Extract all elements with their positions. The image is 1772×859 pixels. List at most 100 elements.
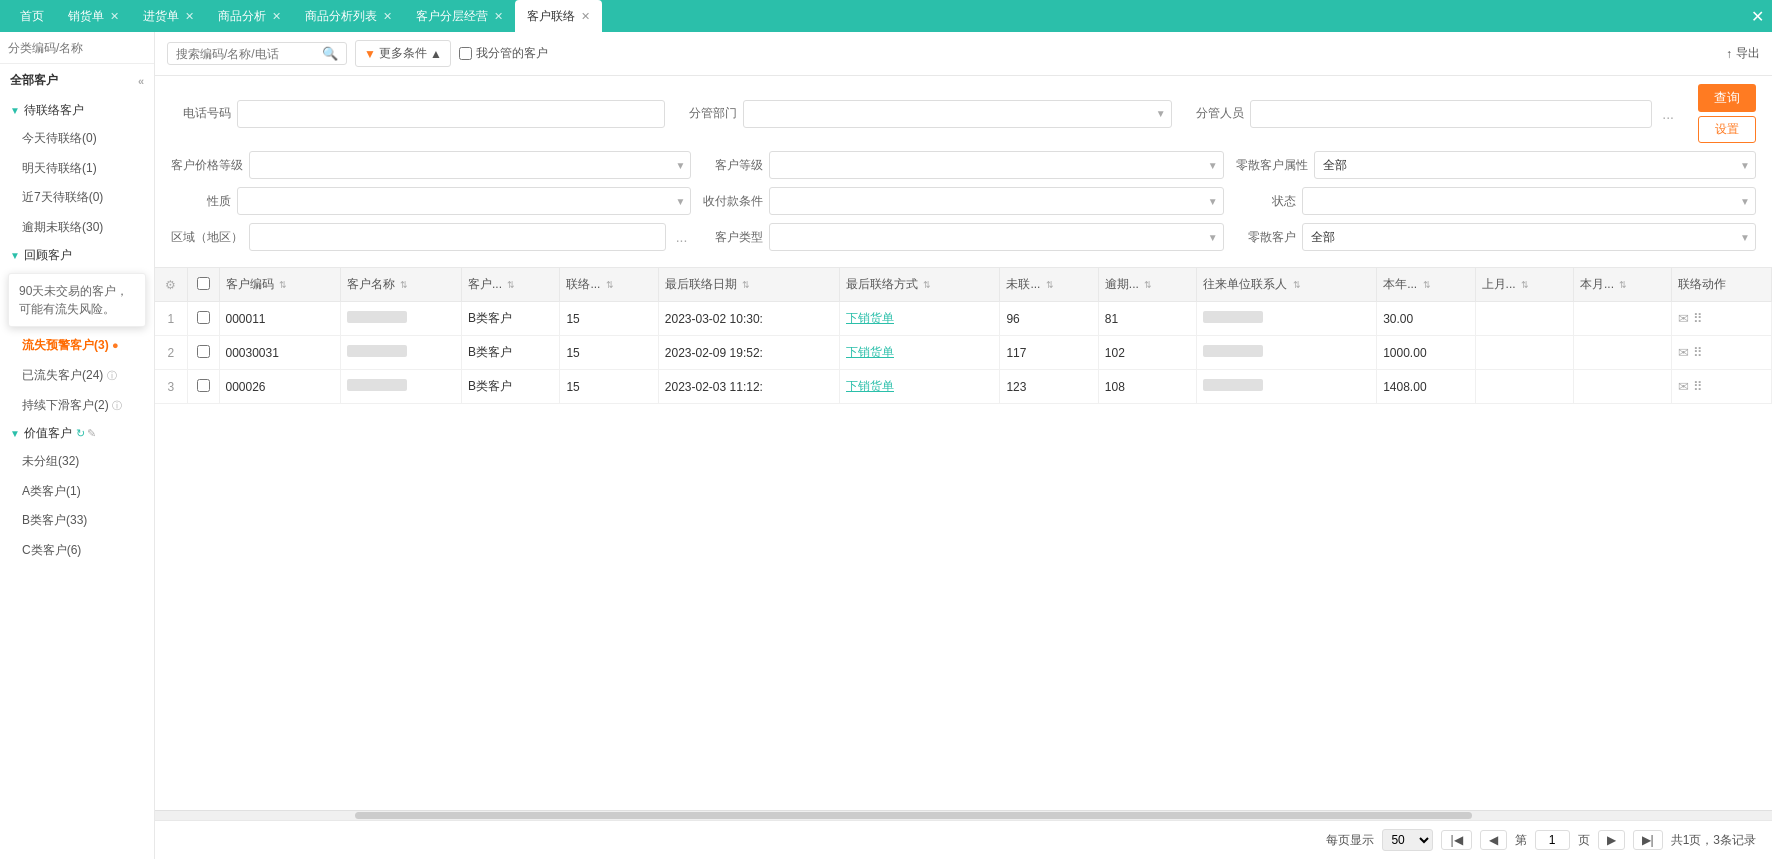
- scroll-thumb[interactable]: [355, 812, 1472, 819]
- zero-attr-select[interactable]: 全部: [1314, 151, 1756, 179]
- phone-input[interactable]: [237, 100, 665, 128]
- zero-attr-label: 零散客户属性: [1236, 157, 1308, 174]
- first-page-btn[interactable]: |◀: [1441, 830, 1471, 850]
- search-input[interactable]: [176, 47, 322, 61]
- customer-level-select[interactable]: [769, 151, 1223, 179]
- col-contact-count[interactable]: 联络... ⇅: [560, 268, 658, 302]
- tab-close-customer-tier[interactable]: ✕: [494, 10, 503, 23]
- tab-close-sales[interactable]: ✕: [110, 10, 119, 23]
- prev-page-btn[interactable]: ◀: [1480, 830, 1507, 850]
- sidebar-item-today[interactable]: 今天待联络(0): [0, 124, 154, 154]
- manager-input[interactable]: [1250, 100, 1653, 128]
- col-uncontacted[interactable]: 未联... ⇅: [1000, 268, 1098, 302]
- action-message-icon[interactable]: ✉: [1678, 379, 1689, 394]
- row-this-month: [1573, 302, 1671, 336]
- region-dots[interactable]: ...: [672, 229, 692, 245]
- row-select-checkbox[interactable]: [197, 311, 210, 324]
- row-last-month: [1475, 336, 1573, 370]
- col-overdue[interactable]: 逾期... ⇅: [1098, 268, 1196, 302]
- advanced-filter-panel: 电话号码 分管部门 ▼ 分管人员 ... 查询 设置: [155, 76, 1772, 268]
- value-group-refresh-icon[interactable]: ↻: [76, 427, 85, 440]
- col-type[interactable]: 客户... ⇅: [462, 268, 560, 302]
- sidebar-item-unclassified[interactable]: 未分组(32): [0, 447, 154, 477]
- value-group-edit-icon[interactable]: ✎: [87, 427, 96, 440]
- manager-dots[interactable]: ...: [1658, 106, 1678, 122]
- region-input[interactable]: [249, 223, 666, 251]
- phone-label: 电话号码: [171, 105, 231, 122]
- sidebar-item-class-a[interactable]: A类客户(1): [0, 477, 154, 507]
- action-more-icon[interactable]: ⠿: [1693, 311, 1703, 326]
- sidebar-collapse-icon[interactable]: «: [138, 75, 144, 87]
- sort-contact-icon: ⇅: [606, 280, 614, 290]
- status-select[interactable]: [1302, 187, 1756, 215]
- row-this-year: 30.00: [1377, 302, 1475, 336]
- action-more-icon[interactable]: ⠿: [1693, 379, 1703, 394]
- dept-select[interactable]: [743, 100, 1171, 128]
- sidebar-item-churn-warning[interactable]: 流失预警客户(3) ●: [0, 331, 154, 361]
- sidebar-group-value[interactable]: ▼ 价值客户 ↻ ✎: [0, 420, 154, 447]
- my-customers-checkbox[interactable]: [459, 47, 472, 60]
- tab-home[interactable]: 首页: [8, 0, 56, 32]
- sidebar-item-7days[interactable]: 近7天待联络(0): [0, 183, 154, 213]
- customer-type-select[interactable]: [769, 223, 1223, 251]
- zero-customer-select[interactable]: 全部: [1302, 223, 1756, 251]
- sidebar-item-churned[interactable]: 已流失客户(24) ⓘ: [0, 361, 154, 391]
- row-contact-count: 15: [560, 302, 658, 336]
- sort-this-year-icon: ⇅: [1423, 280, 1431, 290]
- sidebar-group-pending[interactable]: ▼ 待联络客户: [0, 97, 154, 124]
- tab-purchase[interactable]: 进货单 ✕: [131, 0, 206, 32]
- tab-product-analysis-list[interactable]: 商品分析列表 ✕: [293, 0, 404, 32]
- price-level-select[interactable]: [249, 151, 691, 179]
- price-level-label: 客户价格等级: [171, 157, 243, 174]
- col-code[interactable]: 客户编码 ⇅: [219, 268, 340, 302]
- table-settings-icon[interactable]: ⚙: [165, 278, 176, 292]
- next-page-btn[interactable]: ▶: [1598, 830, 1625, 850]
- last-page-btn[interactable]: ▶|: [1633, 830, 1663, 850]
- action-message-icon[interactable]: ✉: [1678, 345, 1689, 360]
- nature-select[interactable]: [237, 187, 691, 215]
- sidebar-item-class-c[interactable]: C类客户(6): [0, 536, 154, 566]
- page-label: 第: [1515, 832, 1527, 849]
- sidebar-item-overdue[interactable]: 逾期未联络(30): [0, 213, 154, 243]
- sidebar-item-declining[interactable]: 持续下滑客户(2) ⓘ: [0, 391, 154, 421]
- select-all-checkbox[interactable]: [197, 277, 210, 290]
- more-conditions-btn[interactable]: ▼ 更多条件 ▲: [355, 40, 451, 67]
- tab-close-purchase[interactable]: ✕: [185, 10, 194, 23]
- page-input[interactable]: [1535, 830, 1570, 850]
- col-last-date[interactable]: 最后联络日期 ⇅: [658, 268, 839, 302]
- col-this-year[interactable]: 本年... ⇅: [1377, 268, 1475, 302]
- col-last-month[interactable]: 上月... ⇅: [1475, 268, 1573, 302]
- col-last-method[interactable]: 最后联络方式 ⇅: [840, 268, 1000, 302]
- tab-close-product-list[interactable]: ✕: [383, 10, 392, 23]
- tab-sales-order[interactable]: 销货单 ✕: [56, 0, 131, 32]
- sidebar-item-tomorrow[interactable]: 明天待联络(1): [0, 154, 154, 184]
- tab-product-analysis[interactable]: 商品分析 ✕: [206, 0, 293, 32]
- action-message-icon[interactable]: ✉: [1678, 311, 1689, 326]
- tab-close-customer-contact[interactable]: ✕: [581, 10, 590, 23]
- tab-customer-tier[interactable]: 客户分层经营 ✕: [404, 0, 515, 32]
- payment-select[interactable]: [769, 187, 1223, 215]
- col-contact-person[interactable]: 往来单位联系人 ⇅: [1197, 268, 1377, 302]
- per-page-select[interactable]: 50 100 200: [1382, 829, 1433, 851]
- query-button[interactable]: 查询: [1698, 84, 1756, 112]
- tab-close-product-analysis[interactable]: ✕: [272, 10, 281, 23]
- setting-button[interactable]: 设置: [1698, 116, 1756, 143]
- col-name[interactable]: 客户名称 ⇅: [340, 268, 461, 302]
- sidebar-search-input[interactable]: [8, 41, 155, 55]
- sidebar-item-class-b[interactable]: B类客户(33): [0, 506, 154, 536]
- export-btn[interactable]: ↑ 导出: [1726, 45, 1760, 62]
- close-window-btn[interactable]: ✕: [1751, 7, 1764, 26]
- tab-bar: 首页 销货单 ✕ 进货单 ✕ 商品分析 ✕ 商品分析列表 ✕ 客户分层经营 ✕ …: [0, 0, 1772, 32]
- action-more-icon[interactable]: ⠿: [1693, 345, 1703, 360]
- sidebar-group-review[interactable]: ▼ 回顾客户: [0, 242, 154, 269]
- col-this-month[interactable]: 本月... ⇅: [1573, 268, 1671, 302]
- row-select-checkbox[interactable]: [197, 379, 210, 392]
- zero-customer-select-wrapper: 全部 ▼: [1302, 223, 1756, 251]
- row-last-month: [1475, 302, 1573, 336]
- row-select-checkbox[interactable]: [197, 345, 210, 358]
- row-overdue: 102: [1098, 336, 1196, 370]
- tab-customer-contact[interactable]: 客户联络 ✕: [515, 0, 602, 32]
- sort-code-icon: ⇅: [279, 280, 287, 290]
- search-submit-icon[interactable]: 🔍: [322, 46, 338, 61]
- sidebar-all-customers[interactable]: 全部客户 «: [0, 64, 154, 97]
